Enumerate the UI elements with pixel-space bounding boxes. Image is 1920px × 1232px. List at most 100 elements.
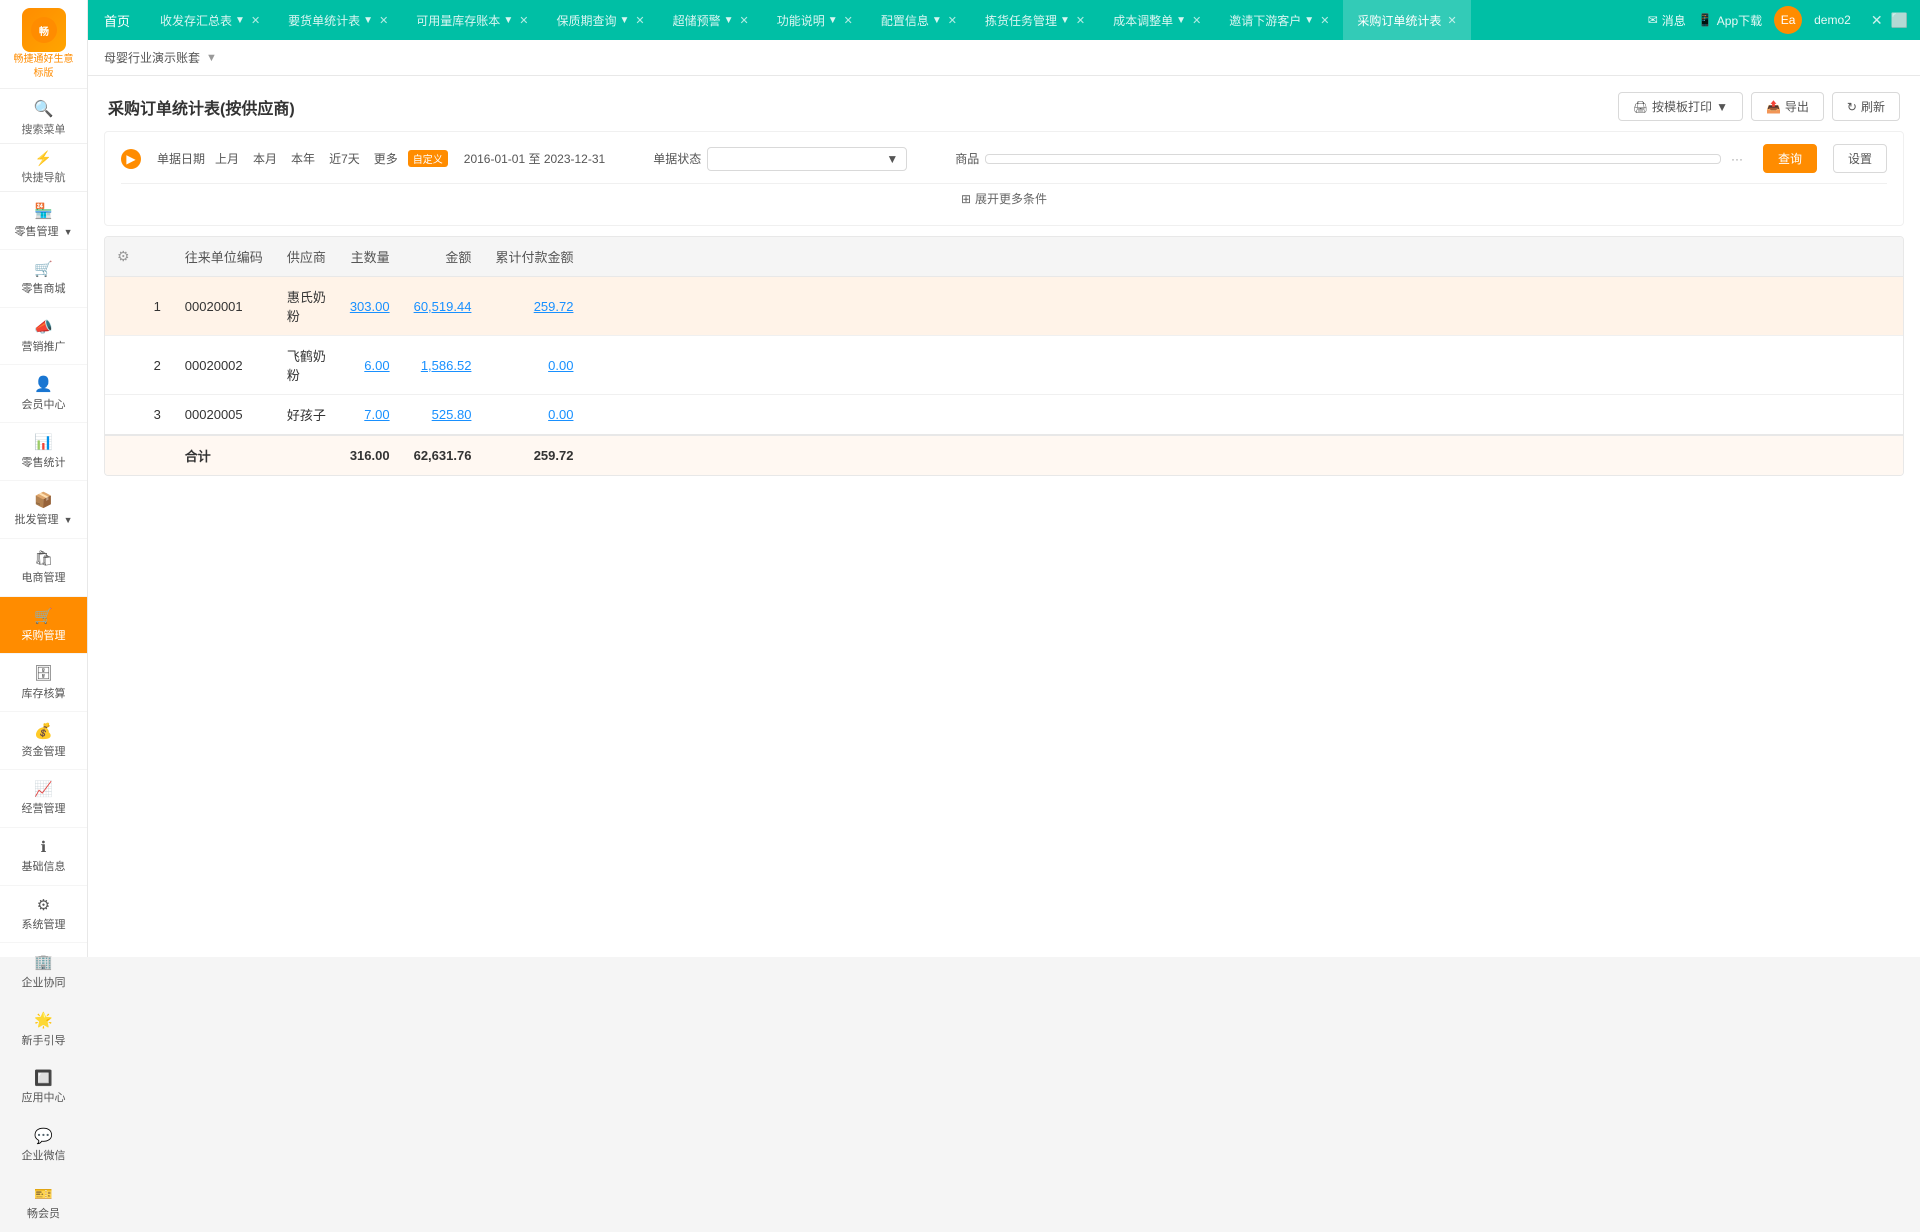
goods-more-icon[interactable]: ··· [1727, 152, 1747, 166]
sidebar-item-enterprise[interactable]: 🏢 企业协同 [0, 943, 87, 1001]
sidebar-item-label: 零售统计 [22, 456, 66, 470]
tab-kuyun[interactable]: 可用量库存账本 ▼ ✕ [402, 0, 542, 40]
query-btn[interactable]: 查询 [1763, 144, 1817, 173]
retail-shop-icon: 🛒 [34, 260, 53, 280]
tab-close-icon[interactable]: ✕ [1447, 14, 1456, 27]
print-btn[interactable]: 🖨 按模板打印 ▼ [1618, 92, 1743, 121]
page-header: 采购订单统计表(按供应商) 🖨 按模板打印 ▼ 📤 导出 ↻ 刷新 [88, 76, 1920, 131]
sidebar-item-inventory[interactable]: 🗄 库存核算 [0, 654, 87, 712]
expand-more-btn[interactable]: ⊞ 展开更多条件 [121, 183, 1887, 213]
sidebar-item-retail-stats[interactable]: 📊 零售统计 [0, 423, 87, 481]
message-icon: ✉ [1648, 13, 1658, 27]
tab-arrow-icon: ▼ [1304, 15, 1314, 26]
tab-close-icon[interactable]: ✕ [379, 14, 388, 27]
user-avatar[interactable]: Ea [1774, 6, 1802, 34]
expand-icon: ⊞ [961, 192, 971, 206]
sidebar-item-app-center[interactable]: 🔲 应用中心 [0, 1059, 87, 1117]
footer-row: 合计 316.00 62,631.76 259.72 [105, 435, 1903, 475]
tab-caigou-active[interactable]: 采购订单统计表 ✕ [1343, 0, 1470, 40]
tab-baozhi[interactable]: 保质期查询 ▼ ✕ [542, 0, 658, 40]
date-more-btn[interactable]: 更多 [370, 148, 402, 169]
tab-close-icon[interactable]: ✕ [519, 14, 528, 27]
export-btn[interactable]: 📤 导出 [1751, 92, 1824, 121]
tab-label: 可用量库存账本 [416, 12, 500, 29]
date-last-month-btn[interactable]: 上月 [211, 148, 243, 169]
tab-gongneng[interactable]: 功能说明 ▼ ✕ [763, 0, 867, 40]
td-amount[interactable]: 525.80 [402, 395, 484, 436]
column-settings-icon[interactable]: ⚙ [117, 248, 130, 264]
enterprise-wx-icon: 💬 [34, 1127, 53, 1147]
date-this-year-btn[interactable]: 本年 [287, 148, 319, 169]
tab-close-icon[interactable]: ✕ [844, 14, 853, 27]
operations-icon: 📈 [34, 780, 53, 800]
tab-chaochuyujing[interactable]: 超储预警 ▼ ✕ [659, 0, 763, 40]
td-extra [585, 277, 1903, 336]
tab-chengben[interactable]: 成本调整单 ▼ ✕ [1099, 0, 1215, 40]
sidebar-item-basic-info[interactable]: ℹ 基础信息 [0, 828, 87, 886]
message-btn[interactable]: ✉ 消息 [1648, 12, 1686, 29]
td-paid-amount[interactable]: 0.00 [483, 336, 585, 395]
tab-label: 邀请下游客户 [1229, 12, 1301, 29]
maximize-window-btn[interactable]: ⬜ [1891, 12, 1908, 29]
settings-btn[interactable]: 设置 [1833, 144, 1887, 173]
td-quantity[interactable]: 303.00 [338, 277, 402, 336]
td-amount[interactable]: 60,519.44 [402, 277, 484, 336]
tab-yaoqing[interactable]: 邀请下游客户 ▼ ✕ [1215, 0, 1343, 40]
footer-quantity: 316.00 [338, 435, 402, 475]
tab-yaohuo[interactable]: 要货单统计表 ▼ ✕ [274, 0, 402, 40]
member-icon: 👤 [34, 375, 53, 395]
tab-arrow-icon: ▼ [503, 15, 513, 26]
tab-close-icon[interactable]: ✕ [251, 14, 260, 27]
sidebar-item-system[interactable]: ⚙ 系统管理 [0, 886, 87, 944]
workspace-selector[interactable]: 母婴行业演示账套 ▼ [104, 49, 217, 66]
tab-close-icon[interactable]: ✕ [1076, 14, 1085, 27]
sidebar-search[interactable]: 🔍 搜索菜单 [0, 89, 87, 144]
tab-arrow-icon: ▼ [1176, 15, 1186, 26]
status-select[interactable]: ▼ [707, 147, 907, 171]
td-supplier-code: 00020001 [173, 277, 275, 336]
tab-peizhi[interactable]: 配置信息 ▼ ✕ [867, 0, 971, 40]
home-tab[interactable]: 首页 [88, 0, 146, 40]
goods-input[interactable] [985, 154, 1721, 164]
sidebar-item-finance[interactable]: 💰 资金管理 [0, 712, 87, 770]
table-row: 1 00020001 惠氏奶粉 303.00 60,519.44 259.72 [105, 277, 1903, 336]
date-range-value: 2016-01-01 至 2023-12-31 [464, 150, 605, 167]
app-logo[interactable]: 畅 畅捷通好生意 标版 [0, 0, 87, 89]
sidebar-item-ecommerce[interactable]: 🛍 电商管理 [0, 539, 87, 597]
sidebar-item-retail-mgmt[interactable]: 🏪 零售管理 ▼ [0, 192, 87, 250]
sidebar-item-new-guide[interactable]: 🌟 新手引导 [0, 1001, 87, 1059]
close-window-btn[interactable]: ✕ [1871, 12, 1883, 29]
app-download-btn[interactable]: 📱 App下载 [1698, 12, 1762, 29]
td-paid-amount[interactable]: 0.00 [483, 395, 585, 436]
tab-close-icon[interactable]: ✕ [948, 14, 957, 27]
status-filter-item: 单据状态 ▼ [653, 147, 907, 171]
sidebar-item-enterprise-wx[interactable]: 💬 企业微信 [0, 1117, 87, 1175]
tab-close-icon[interactable]: ✕ [740, 14, 749, 27]
sidebar-item-member2[interactable]: 🎫 畅会员 [0, 1175, 87, 1232]
tab-close-icon[interactable]: ✕ [635, 14, 644, 27]
tab-shoufacun[interactable]: 收发存汇总表 ▼ ✕ [146, 0, 274, 40]
tab-jianhuo[interactable]: 拣货任务管理 ▼ ✕ [971, 0, 1099, 40]
td-paid-amount[interactable]: 259.72 [483, 277, 585, 336]
date-7days-btn[interactable]: 近7天 [325, 148, 364, 169]
td-quantity[interactable]: 6.00 [338, 336, 402, 395]
sidebar-item-retail-shop[interactable]: 🛒 零售商城 [0, 250, 87, 308]
tab-close-icon[interactable]: ✕ [1320, 14, 1329, 27]
sidebar-item-marketing[interactable]: 📣 营销推广 [0, 308, 87, 366]
td-supplier-code: 00020002 [173, 336, 275, 395]
filter-toggle-btn[interactable]: ▶ [121, 149, 141, 169]
sidebar-item-operations[interactable]: 📈 经营管理 [0, 770, 87, 828]
sidebar-item-purchase[interactable]: 🛒 采购管理 [0, 597, 87, 655]
date-this-month-btn[interactable]: 本月 [249, 148, 281, 169]
sidebar-item-member[interactable]: 👤 会员中心 [0, 365, 87, 423]
refresh-btn[interactable]: ↻ 刷新 [1832, 92, 1900, 121]
custom-badge: 自定义 [408, 150, 448, 167]
td-amount[interactable]: 1,586.52 [402, 336, 484, 395]
td-supplier-code: 00020005 [173, 395, 275, 436]
tab-close-icon[interactable]: ✕ [1192, 14, 1201, 27]
td-quantity[interactable]: 7.00 [338, 395, 402, 436]
system-icon: ⚙ [37, 896, 50, 916]
app-label: App下载 [1717, 12, 1762, 29]
sidebar-item-wholesale[interactable]: 📦 批发管理 ▼ [0, 481, 87, 539]
quick-nav[interactable]: ⚡ 快捷导航 [0, 144, 87, 192]
